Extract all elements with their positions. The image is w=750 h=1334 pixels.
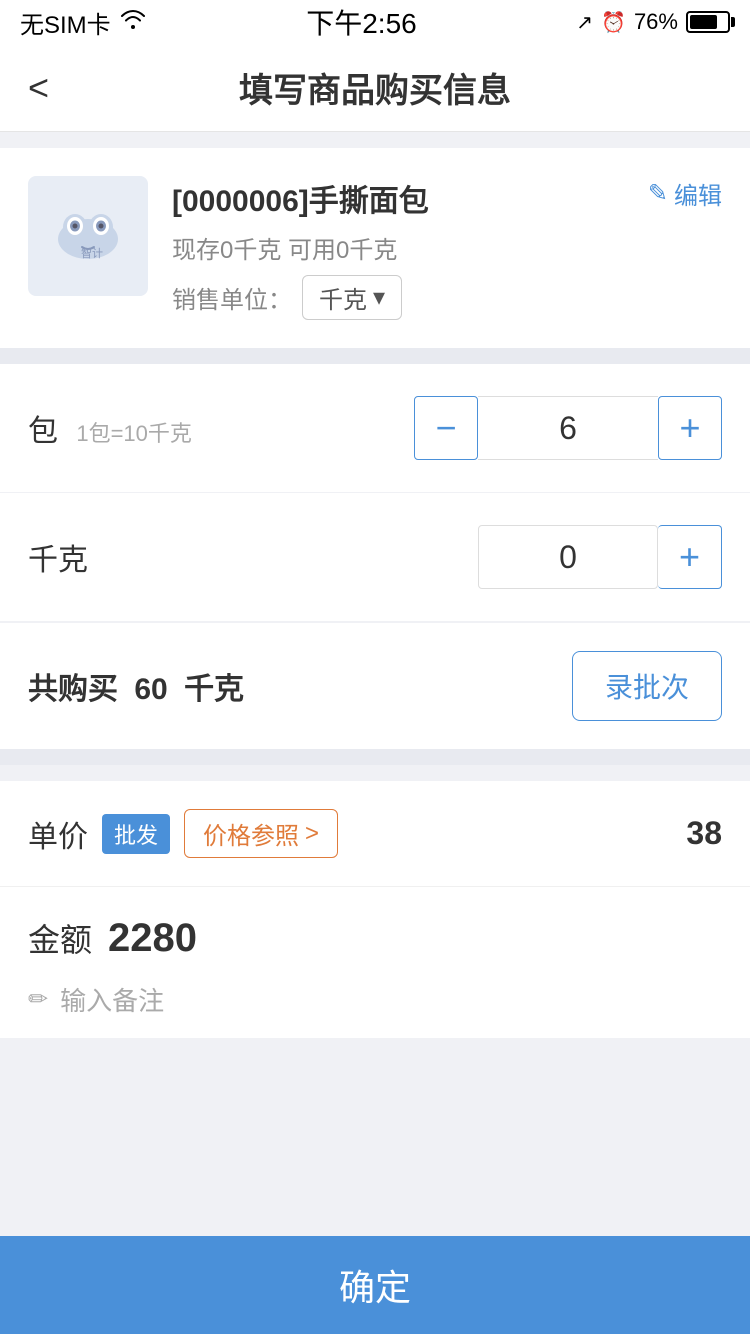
batch-button[interactable]: 录批次: [572, 651, 722, 721]
status-time: 下午2:56: [306, 2, 417, 42]
price-ref-arrow: >: [305, 820, 319, 848]
total-row: 共购买 60 千克 录批次: [0, 622, 750, 749]
status-right: ↗ ⏰ 76%: [576, 9, 730, 35]
section-divider-1: [0, 348, 750, 364]
product-card: 智计 [0000006]手撕面包 现存0千克 可用0千克 销售单位： 千克 ▾ …: [0, 148, 750, 348]
pack-row: 包 1包=10千克 − +: [0, 364, 750, 493]
svg-text:智计: 智计: [81, 246, 103, 260]
wifi-icon: [119, 8, 147, 37]
price-value: 38: [686, 815, 722, 852]
status-bar: 无SIM卡 下午2:56 ↗ ⏰ 76%: [0, 0, 750, 44]
price-row: 单价 批发 价格参照 > 38: [28, 809, 722, 858]
pack-controls: − +: [414, 396, 722, 460]
price-label: 单价: [28, 812, 88, 856]
pack-hint: 1包=10千克: [76, 421, 192, 446]
carrier-label: 无SIM卡: [20, 5, 111, 40]
nav-bar: < 填写商品购买信息: [0, 44, 750, 132]
edit-button[interactable]: ✎ 编辑: [648, 176, 722, 211]
battery-icon: [686, 11, 730, 33]
product-name: [0000006]手撕面包: [172, 176, 722, 220]
total-amount: 60: [134, 673, 167, 706]
product-stock: 现存0千克 可用0千克: [172, 230, 722, 265]
kg-label: 千克: [28, 535, 478, 579]
price-ref-button[interactable]: 价格参照 >: [184, 809, 338, 858]
amount-section: 金额 2280 ✏ 输入备注: [0, 886, 750, 1038]
price-tag: 批发: [102, 814, 170, 854]
battery-percent: 76%: [634, 9, 678, 35]
pack-input[interactable]: [478, 396, 658, 460]
kg-input[interactable]: [478, 525, 658, 589]
pack-label: 包 1包=10千克: [28, 406, 414, 450]
product-image: 智计: [28, 176, 148, 296]
amount-label: 金额: [28, 915, 92, 961]
price-section: 单价 批发 价格参照 > 38: [0, 781, 750, 886]
pack-minus-button[interactable]: −: [414, 396, 478, 460]
unit-select[interactable]: 千克 ▾: [302, 275, 402, 320]
alarm-icon: ⏰: [601, 10, 626, 35]
page-title: 填写商品购买信息: [239, 63, 511, 112]
amount-value: 2280: [108, 916, 197, 961]
kg-controls: +: [478, 525, 722, 589]
edit-icon: ✎: [648, 179, 668, 208]
remark-placeholder: 输入备注: [60, 981, 164, 1018]
kg-row: 千克 +: [0, 493, 750, 622]
product-unit: 销售单位： 千克 ▾: [172, 275, 722, 320]
back-button[interactable]: <: [28, 67, 49, 109]
product-logo: 智计: [53, 201, 123, 271]
confirm-bar[interactable]: 确定: [0, 1236, 750, 1334]
pencil-icon: ✏: [28, 985, 48, 1014]
section-divider-2: [0, 749, 750, 765]
confirm-label: 确定: [339, 1259, 411, 1311]
product-info: [0000006]手撕面包 现存0千克 可用0千克 销售单位： 千克 ▾: [172, 176, 722, 320]
status-left: 无SIM卡: [20, 5, 147, 40]
pack-plus-button[interactable]: +: [658, 396, 722, 460]
remark-row[interactable]: ✏ 输入备注: [28, 981, 722, 1018]
amount-row: 金额 2280: [28, 915, 722, 961]
quantity-section: 包 1包=10千克 − + 千克 + 共购买 60 千克 录批次: [0, 364, 750, 749]
location-icon: ↗: [576, 10, 593, 35]
kg-plus-button[interactable]: +: [658, 525, 722, 589]
total-text: 共购买 60 千克: [28, 664, 572, 708]
